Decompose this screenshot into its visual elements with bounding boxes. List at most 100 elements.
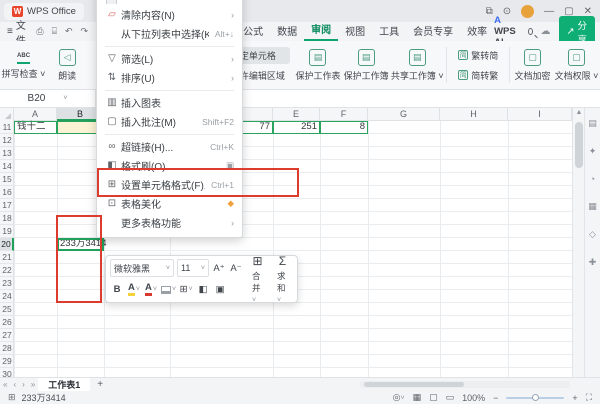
sidebar-tool-icon-3[interactable]: ◔ <box>590 174 595 184</box>
font-name-select[interactable]: 微软雅黑 ˅ <box>110 259 174 278</box>
menu-item-更多表格功能[interactable]: 更多表格功能 › <box>97 213 242 232</box>
ribbon-button-保护工作簿[interactable]: ▤ 保护工作簿 <box>342 41 390 89</box>
vertical-scrollbar-thumb[interactable] <box>575 122 583 168</box>
page-layout-icon[interactable]: ▢ <box>429 392 438 403</box>
save-icon[interactable]: ⎙ <box>36 26 43 37</box>
row-header-25[interactable]: 25 <box>0 303 14 316</box>
menu-item-超链接(H)...[interactable]: ∞ 超链接(H)... Ctrl+K <box>97 137 242 156</box>
ribbon-button-文档权限[interactable]: ▢ 文档权限 ˅ <box>553 41 600 89</box>
eye-protect-icon[interactable]: ◎˅ <box>393 392 405 403</box>
select-all-corner[interactable] <box>0 108 14 121</box>
row-header-23[interactable]: 23 <box>0 277 14 290</box>
menu-item-从下拉列表中选择(K)...[interactable]: 从下拉列表中选择(K)... Alt+↓ <box>97 24 242 43</box>
row-header-16[interactable]: 16 <box>0 186 14 199</box>
horizontal-scrollbar-thumb[interactable] <box>364 382 464 387</box>
row-header-26[interactable]: 26 <box>0 316 14 329</box>
fullscreen-icon[interactable]: ⛶ <box>586 392 592 403</box>
row-header-12[interactable]: 12 <box>0 134 14 147</box>
zoom-slider-knob[interactable] <box>532 393 540 401</box>
prev-sheet-icon[interactable]: ‹ <box>10 380 19 389</box>
decrease-font-icon[interactable]: A⁻ <box>229 260 243 277</box>
row-header-24[interactable]: 24 <box>0 290 14 303</box>
next-sheet-icon[interactable]: › <box>19 380 28 389</box>
menu-item-清除内容(N)[interactable]: ▱ 清除内容(N) › <box>97 5 242 24</box>
page-break-icon[interactable]: ▭ <box>446 392 455 403</box>
tab-效率[interactable]: 效率 <box>460 21 494 41</box>
cell-F11[interactable]: 8 <box>320 121 368 134</box>
bold-icon[interactable]: B <box>110 281 124 298</box>
cell-E11[interactable]: 251 <box>273 121 320 134</box>
tab-审阅[interactable]: 审阅 <box>304 19 339 41</box>
vertical-scrollbar[interactable]: ▲ <box>572 108 584 377</box>
column-header-A[interactable]: A <box>14 108 57 121</box>
menu-item-排序(U)[interactable]: ⇅ 排序(U) › <box>97 68 242 87</box>
sidebar-tool-icon-5[interactable]: ◇ <box>589 229 596 240</box>
row-header-17[interactable]: 17 <box>0 199 14 212</box>
row-header-28[interactable]: 28 <box>0 342 14 355</box>
column-header-G[interactable]: G <box>368 108 440 121</box>
row-header-30[interactable]: 30 <box>0 368 14 377</box>
row-header-14[interactable]: 14 <box>0 160 14 173</box>
sidebar-tool-icon-2[interactable]: ✦ <box>589 146 597 157</box>
horizontal-scrollbar[interactable] <box>360 381 570 388</box>
last-sheet-icon[interactable]: » <box>28 380 38 389</box>
row-header-22[interactable]: 22 <box>0 264 14 277</box>
row-header-19[interactable]: 19 <box>0 225 14 238</box>
row-header-18[interactable]: 18 <box>0 212 14 225</box>
menu-item-筛选(L)[interactable]: ▽ 筛选(L) › <box>97 49 242 68</box>
menu-item-插入批注(M)[interactable]: ▢ 插入批注(M) Shift+F2 <box>97 112 242 131</box>
ribbon-button-朗读[interactable]: ◁ 朗读 <box>47 41 87 89</box>
sidebar-tool-icon-1[interactable]: ▤ <box>588 118 597 129</box>
ribbon-button-共享工作簿[interactable]: ▤ 共享工作簿 ˅ <box>390 41 444 89</box>
column-header-F[interactable]: F <box>320 108 368 121</box>
increase-font-icon[interactable]: A⁺ <box>212 260 226 277</box>
merge-cells-button[interactable]: ⊞ 合并˅ <box>247 254 268 304</box>
ribbon-button-简转繁[interactable]: 简简转繁 <box>453 67 503 84</box>
sidebar-tool-icon-4[interactable]: ▦ <box>588 201 597 212</box>
row-header-29[interactable]: 29 <box>0 355 14 368</box>
tab-数据[interactable]: 数据 <box>270 21 304 41</box>
ribbon-button-保护工作表[interactable]: ▤ 保护工作表 <box>294 41 342 89</box>
cell-style-icon[interactable]: ▣ <box>213 281 227 298</box>
column-header-E[interactable]: E <box>273 108 320 121</box>
fill-color-icon[interactable]: ˅ <box>161 281 176 298</box>
tab-会员专享[interactable]: 会员专享 <box>406 21 460 41</box>
add-sheet-button[interactable]: + <box>90 379 110 390</box>
ribbon-button-拼写检查[interactable]: ABC 拼写检查 ˅ <box>0 41 47 89</box>
redo-icon[interactable]: ↷ <box>81 26 89 37</box>
row-header-15[interactable]: 15 <box>0 173 14 186</box>
row-header-20[interactable]: 20 <box>0 238 14 251</box>
zoom-slider[interactable] <box>506 393 565 401</box>
borders-icon[interactable]: ⊞ ˅ <box>179 281 193 298</box>
sidebar-tool-icon-6[interactable]: ✚ <box>589 257 597 268</box>
zoom-level[interactable]: 100% <box>462 393 485 403</box>
row-header-13[interactable]: 13 <box>0 147 14 160</box>
normal-view-icon[interactable]: ▦ <box>413 392 422 403</box>
ribbon-button-繁转简[interactable]: 简繁转简 <box>453 47 503 64</box>
search-icon[interactable] <box>527 28 533 35</box>
column-header-H[interactable]: H <box>440 108 508 121</box>
tab-视图[interactable]: 视图 <box>338 21 372 41</box>
highlight-color-icon[interactable]: A ˅ <box>127 281 141 298</box>
name-box[interactable]: B20 ˅ <box>0 90 96 107</box>
first-sheet-icon[interactable]: « <box>0 380 10 389</box>
workspace-icon[interactable]: ⧉ <box>486 6 493 17</box>
undo-icon[interactable]: ↶ <box>65 26 73 37</box>
cloud-sync-icon[interactable]: ☁ <box>541 26 551 37</box>
column-header-I[interactable]: I <box>508 108 572 121</box>
menu-item-插入图表[interactable]: ▥ 插入图表 <box>97 93 242 112</box>
format-painter-icon[interactable]: ◧ <box>196 281 210 298</box>
row-header-27[interactable]: 27 <box>0 329 14 342</box>
row-header-11[interactable]: 11 <box>0 121 14 134</box>
zoom-in-icon[interactable]: + <box>572 393 577 403</box>
cell-A11[interactable]: 钱十二 <box>14 121 57 134</box>
zoom-out-icon[interactable]: − <box>493 393 498 403</box>
row-header-21[interactable]: 21 <box>0 251 14 264</box>
autosum-button[interactable]: Σ 求和˅ <box>272 254 293 304</box>
tab-工具[interactable]: 工具 <box>372 21 406 41</box>
font-color-icon[interactable]: A ˅ <box>144 281 158 298</box>
font-size-select[interactable]: 11 ˅ <box>177 259 209 278</box>
print-icon[interactable]: ⌸ <box>52 26 57 37</box>
ribbon-button-文档加密[interactable]: ▢ 文档加密 <box>512 41 553 89</box>
sheet-tab[interactable]: 工作表1 <box>38 378 91 391</box>
